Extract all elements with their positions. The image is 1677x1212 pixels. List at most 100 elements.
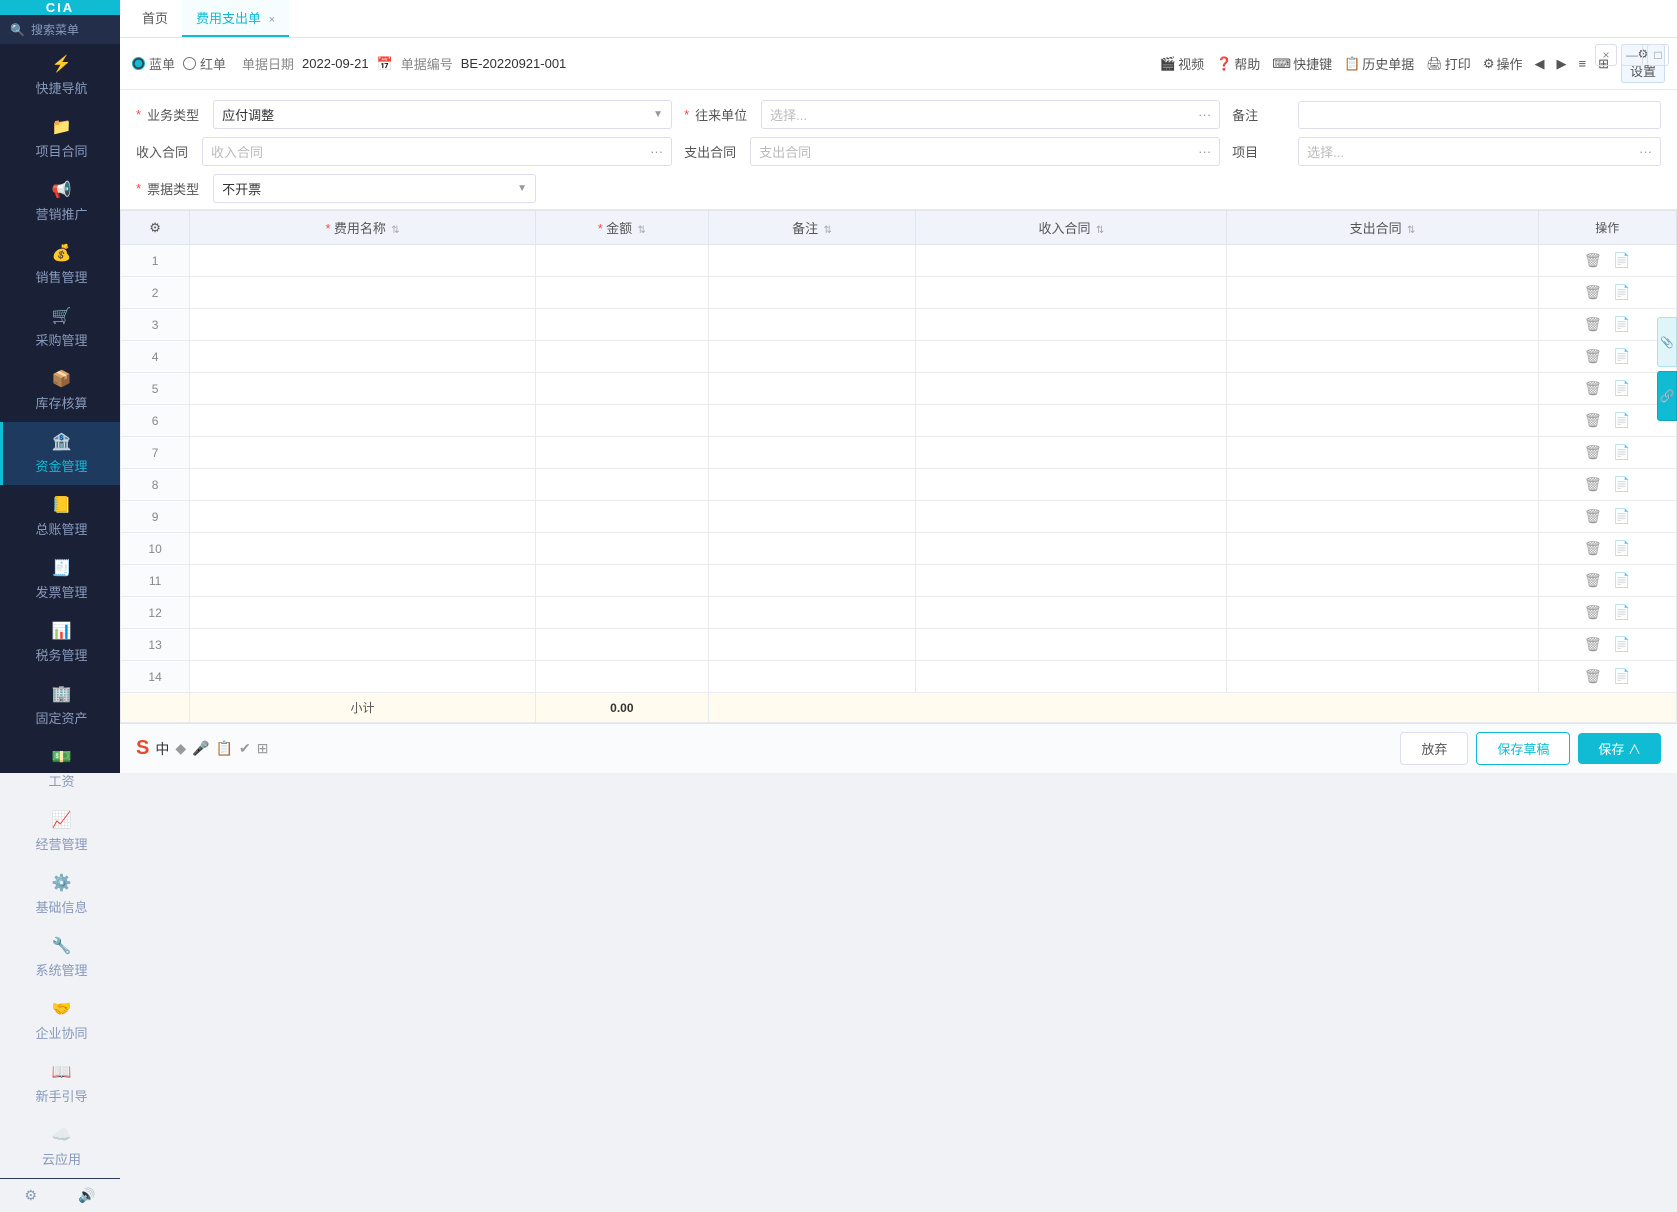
delete-row-13[interactable]: 🗑 [1580,634,1606,655]
sidebar-item-gudingzichan[interactable]: 🏢固定资产 [0,674,120,737]
income-contract-cell-6[interactable] [916,405,1227,437]
copy-row-6[interactable]: 📄 [1609,410,1634,431]
expense-contract-cell-5[interactable] [1227,373,1538,405]
window-close-btn[interactable]: × [1595,44,1617,66]
note-cell-3[interactable] [708,309,915,341]
delete-row-9[interactable]: 🗑 [1580,506,1606,527]
copy-row-8[interactable]: 📄 [1609,474,1634,495]
col-settings[interactable]: ⚙ [121,211,190,245]
expense-name-cell-4[interactable] [190,341,536,373]
business-type-input[interactable]: 应付调整 ▼ [213,100,672,129]
amount-cell-1[interactable] [535,245,708,277]
income-contract-cell-8[interactable] [916,469,1227,501]
calendar-icon[interactable]: 📅 [377,56,393,72]
amount-cell-2[interactable] [535,277,708,309]
link-btn[interactable]: 🔗 [1657,371,1677,421]
footer-icon-5[interactable]: ✔ [239,740,251,757]
settings-gear-icon[interactable]: ⚙ [149,220,161,235]
note-cell-11[interactable] [708,565,915,597]
radio-red[interactable]: 红单 [183,54,226,73]
expense-contract-cell-10[interactable] [1227,533,1538,565]
attachment-btn[interactable]: 📎 [1657,317,1677,367]
amount-cell-13[interactable] [535,629,708,661]
expense-name-cell-6[interactable] [190,405,536,437]
amount-cell-10[interactable] [535,533,708,565]
note-cell-7[interactable] [708,437,915,469]
copy-row-14[interactable]: 📄 [1609,666,1634,687]
expense-contract-cell-2[interactable] [1227,277,1538,309]
expense-name-cell-7[interactable] [190,437,536,469]
expense-name-cell-5[interactable] [190,373,536,405]
expense-contract-cell-13[interactable] [1227,629,1538,661]
sort-icon-expense[interactable]: ⇅ [1407,225,1415,236]
expense-name-cell-13[interactable] [190,629,536,661]
note-cell-9[interactable] [708,501,915,533]
amount-cell-6[interactable] [535,405,708,437]
sort-icon-income[interactable]: ⇅ [1096,225,1104,236]
help-btn[interactable]: ❓ 帮助 [1216,54,1260,73]
print-btn[interactable]: 🖨 打印 [1426,54,1471,73]
sidebar-item-jichu[interactable]: ⚙️基础信息 [0,863,120,926]
income-contract-cell-10[interactable] [916,533,1227,565]
delete-row-14[interactable]: 🗑 [1580,666,1606,687]
tab-expense[interactable]: 费用支出单 × [182,0,289,37]
expense-contract-cell-1[interactable] [1227,245,1538,277]
expense-contract-cell-12[interactable] [1227,597,1538,629]
note-input[interactable] [1298,101,1661,129]
expense-contract-cell-14[interactable] [1227,661,1538,693]
invoice-type-input[interactable]: 不开票 ▼ [213,174,536,203]
delete-row-3[interactable]: 🗑 [1580,314,1606,335]
expense-name-cell-1[interactable] [190,245,536,277]
footer-icon-6[interactable]: ⊞ [257,740,269,757]
note-cell-5[interactable] [708,373,915,405]
sidebar-item-caigou[interactable]: 🛒采购管理 [0,296,120,359]
note-cell-4[interactable] [708,341,915,373]
sidebar-item-xitong[interactable]: 🔧系统管理 [0,926,120,989]
delete-row-1[interactable]: 🗑 [1580,250,1606,271]
sidebar-item-zhangmu[interactable]: 📒总账管理 [0,485,120,548]
discard-button[interactable]: 放弃 [1400,732,1468,765]
sidebar-item-yun[interactable]: ☁️云应用 [0,1115,120,1178]
sidebar-item-shuiwu[interactable]: 📊税务管理 [0,611,120,674]
amount-cell-4[interactable] [535,341,708,373]
sort-icon-note[interactable]: ⇅ [823,225,831,236]
amount-cell-9[interactable] [535,501,708,533]
amount-cell-11[interactable] [535,565,708,597]
expense-name-cell-3[interactable] [190,309,536,341]
delete-row-4[interactable]: 🗑 [1580,346,1606,367]
expense-name-cell-10[interactable] [190,533,536,565]
sidebar-item-gongzi[interactable]: 💵工资 [0,737,120,800]
note-cell-1[interactable] [708,245,915,277]
copy-row-5[interactable]: 📄 [1609,378,1634,399]
window-min-btn[interactable]: — [1621,44,1643,66]
note-cell-12[interactable] [708,597,915,629]
income-contract-input[interactable]: 收入合同 ··· [202,137,672,166]
project-input[interactable]: 选择... ··· [1298,137,1661,166]
expense-name-cell-2[interactable] [190,277,536,309]
footer-icon-4[interactable]: 📋 [216,740,233,757]
expense-contract-cell-3[interactable] [1227,309,1538,341]
copy-row-7[interactable]: 📄 [1609,442,1634,463]
tab-home[interactable]: 首页 [128,0,182,37]
note-cell-6[interactable] [708,405,915,437]
expense-contract-cell-6[interactable] [1227,405,1538,437]
sidebar-item-kuaijie[interactable]: ⚡快捷导航 [0,44,120,107]
copy-row-13[interactable]: 📄 [1609,634,1634,655]
amount-cell-7[interactable] [535,437,708,469]
footer-icon-1[interactable]: 中 [155,739,169,759]
delete-row-2[interactable]: 🗑 [1580,282,1606,303]
window-max-btn[interactable]: □ [1647,44,1669,66]
expense-name-cell-14[interactable] [190,661,536,693]
copy-row-3[interactable]: 📄 [1609,314,1634,335]
income-contract-cell-2[interactable] [916,277,1227,309]
income-contract-cell-13[interactable] [916,629,1227,661]
copy-row-10[interactable]: 📄 [1609,538,1634,559]
sidebar-item-yingxiao[interactable]: 📢营销推广 [0,170,120,233]
sidebar-item-qiye[interactable]: 🤝企业协同 [0,989,120,1052]
expense-name-cell-11[interactable] [190,565,536,597]
sidebar-item-jingying[interactable]: 📈经营管理 [0,800,120,863]
income-contract-cell-1[interactable] [916,245,1227,277]
copy-row-12[interactable]: 📄 [1609,602,1634,623]
income-contract-cell-11[interactable] [916,565,1227,597]
income-contract-cell-5[interactable] [916,373,1227,405]
